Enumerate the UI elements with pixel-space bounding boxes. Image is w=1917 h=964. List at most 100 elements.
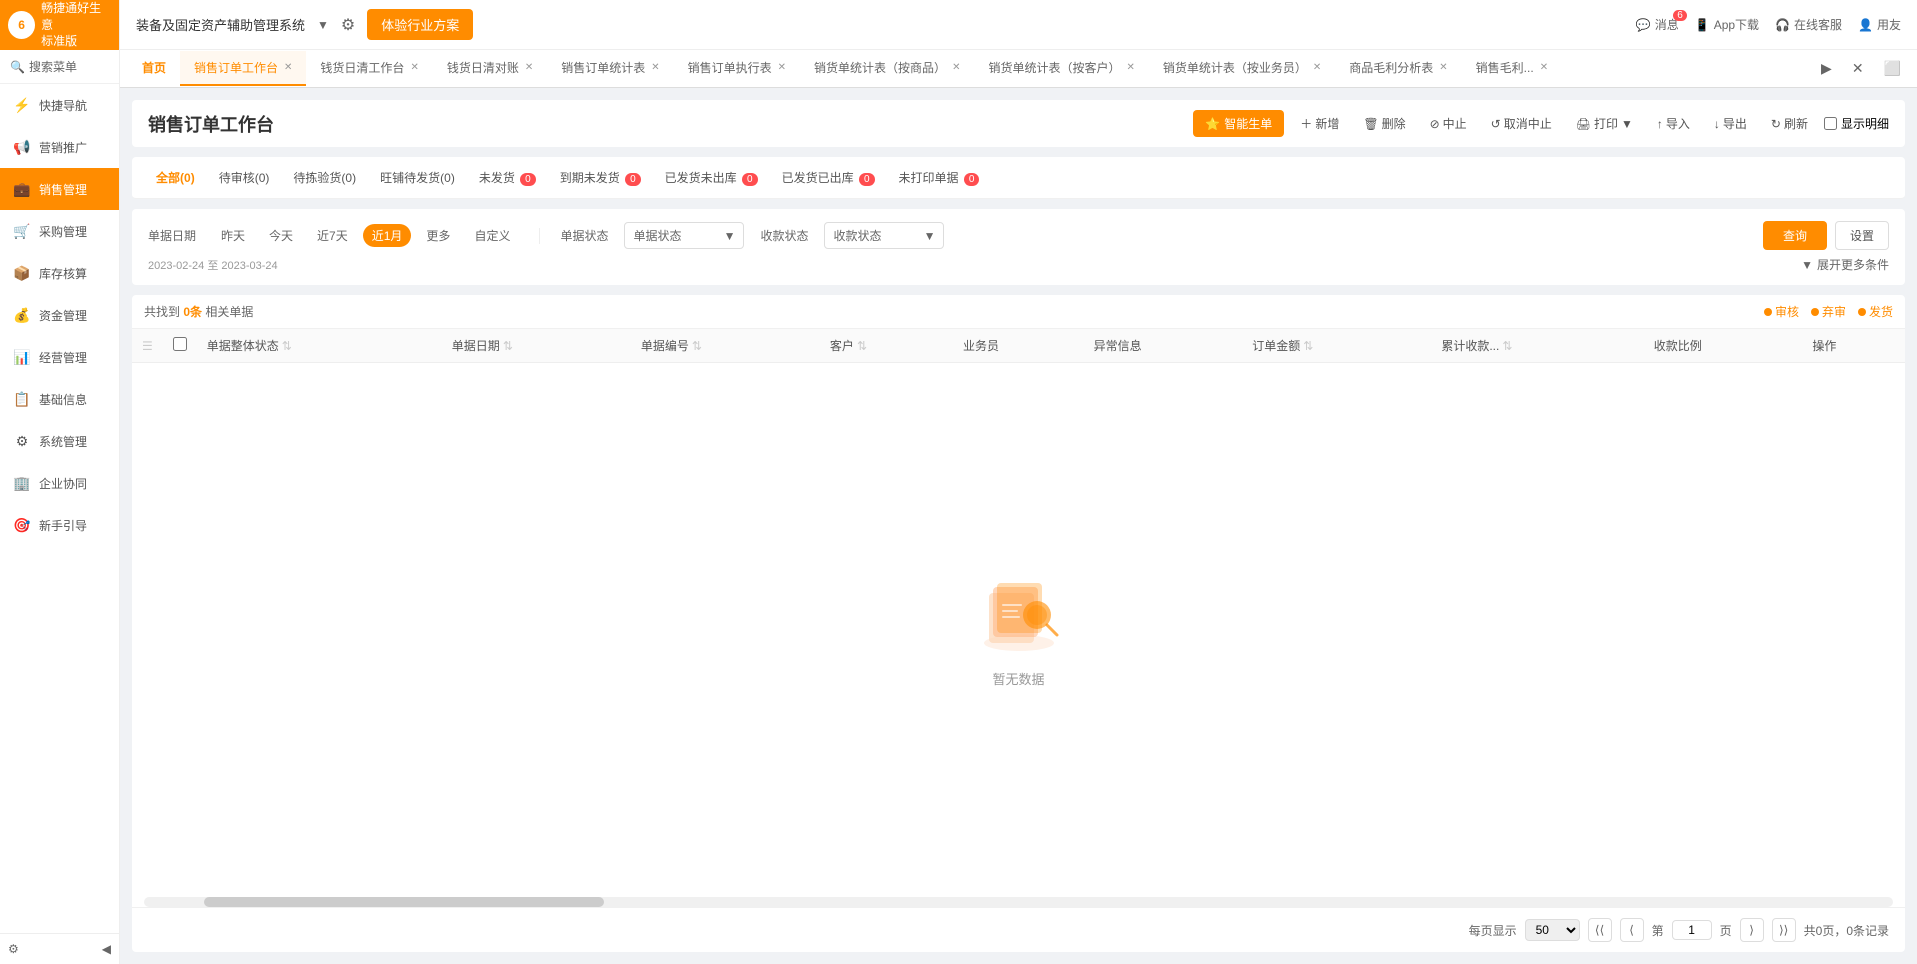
sub-tab-shipped-out[interactable]: 已发货已出库 0	[770, 165, 887, 190]
page-size-select[interactable]: 50 100 200	[1525, 919, 1580, 941]
app-download-action[interactable]: 📱 App下载	[1695, 16, 1759, 33]
tab-sales-gross[interactable]: 销售毛利... ✕	[1462, 51, 1562, 86]
date-btn-custom[interactable]: 自定义	[465, 224, 519, 247]
sidebar-item-marketing[interactable]: 📢 营销推广	[0, 126, 119, 168]
next-page-btn[interactable]: ⟩	[1740, 918, 1764, 942]
filter-area: 单据日期 昨天 今天 近7天 近1月 更多 自定义 单据状态 单据状态 ▼ 收款…	[132, 209, 1905, 285]
sidebar-item-inventory[interactable]: 📦 库存核算	[0, 252, 119, 294]
tab-home[interactable]: 首页	[128, 51, 180, 86]
cancel-stop-icon: ↺	[1491, 117, 1501, 131]
sub-tab-all[interactable]: 全部(0)	[144, 165, 207, 190]
sort-date-icon[interactable]: ⇅	[503, 339, 513, 353]
tab-more-btn[interactable]: ▶	[1813, 56, 1840, 81]
export-btn[interactable]: ↓ 导出	[1706, 111, 1755, 136]
horizontal-scrollbar[interactable]	[144, 897, 1893, 907]
message-action[interactable]: 💬 6 消息	[1636, 16, 1679, 33]
sidebar-collapse-btn[interactable]: ◀	[102, 942, 111, 956]
system-dropdown-icon[interactable]: ▼	[317, 18, 329, 32]
sub-tab-pending-review[interactable]: 待审核(0)	[207, 165, 282, 190]
tab-close-sales-exec[interactable]: ✕	[778, 62, 786, 73]
query-btn[interactable]: 查询	[1763, 221, 1827, 250]
date-btn-today[interactable]: 今天	[260, 224, 302, 247]
tab-close-sales-by-staff[interactable]: ✕	[1313, 62, 1321, 73]
review-action-btn[interactable]: 审核	[1764, 303, 1799, 320]
sidebar-search[interactable]: 🔍 搜索菜单	[0, 50, 119, 84]
date-btn-more[interactable]: 更多	[417, 224, 459, 247]
print-btn[interactable]: 🖨 打印 ▼	[1568, 111, 1641, 136]
import-btn[interactable]: ↑ 导入	[1649, 111, 1698, 136]
tab-close-all-btn[interactable]: ✕	[1844, 56, 1872, 81]
sort-status-icon[interactable]: ⇅	[282, 339, 292, 353]
tab-gross-profit[interactable]: 商品毛利分析表 ✕	[1335, 51, 1461, 86]
scrollbar-thumb[interactable]	[204, 897, 604, 907]
tab-close-sales-workbench[interactable]: ✕	[284, 62, 292, 73]
sub-tab-pending-check[interactable]: 待拣验货(0)	[281, 165, 368, 190]
date-btn-7days[interactable]: 近7天	[308, 224, 357, 247]
stop-icon: ⊘	[1430, 117, 1440, 131]
checkbox-col[interactable]	[163, 329, 197, 363]
trial-button[interactable]: 体验行业方案	[367, 9, 473, 40]
sidebar-item-guide[interactable]: 🎯 新手引导	[0, 504, 119, 546]
tab-close-sales-stats[interactable]: ✕	[651, 62, 659, 73]
status-select[interactable]: 单据状态 ▼	[624, 222, 744, 249]
date-btn-1month[interactable]: 近1月	[363, 224, 412, 247]
payment-select[interactable]: 收款状态 ▼	[824, 222, 944, 249]
date-btn-yesterday[interactable]: 昨天	[212, 224, 254, 247]
first-page-btn[interactable]: ⟨⟨	[1588, 918, 1612, 942]
delete-btn[interactable]: 🗑 删除	[1355, 111, 1413, 136]
sort-customer-icon[interactable]: ⇅	[857, 339, 867, 353]
filter-row: 单据日期 昨天 今天 近7天 近1月 更多 自定义 单据状态 单据状态 ▼ 收款…	[148, 221, 1889, 250]
tab-close-sales-by-customer[interactable]: ✕	[1126, 62, 1134, 73]
tab-daily-clear[interactable]: 钱货日清工作台 ✕	[306, 51, 432, 86]
sidebar-item-system[interactable]: ⚙ 系统管理	[0, 420, 119, 462]
sidebar-item-management[interactable]: 📊 经营管理	[0, 336, 119, 378]
cancel-stop-btn[interactable]: ↺ 取消中止	[1483, 111, 1560, 136]
header-settings-icon[interactable]: ⚙	[341, 15, 355, 35]
tab-daily-reconcile[interactable]: 钱货日清对账 ✕	[433, 51, 547, 86]
table-scroll[interactable]: ☰ 单据整体状态⇅ 单据日期⇅ 单据编号⇅ 客户⇅ 业务员 异常信息 订单金额⇅…	[132, 329, 1905, 897]
show-detail-input[interactable]	[1824, 117, 1837, 130]
show-detail-checkbox[interactable]: 显示明细	[1824, 115, 1889, 132]
sidebar-settings-btn[interactable]: ⚙	[8, 942, 19, 956]
sub-tab-shipped-not-out[interactable]: 已发货未出库 0	[653, 165, 770, 190]
tab-fullscreen-btn[interactable]: ⬜	[1876, 56, 1909, 81]
refresh-btn[interactable]: ↻ 刷新	[1763, 111, 1816, 136]
ship-action-btn[interactable]: 发货	[1858, 303, 1893, 320]
sidebar-item-sales[interactable]: 💼 销售管理	[0, 168, 119, 210]
expand-filter-btn[interactable]: ▼ 展开更多条件	[1801, 256, 1889, 273]
tab-sales-by-product[interactable]: 销货单统计表（按商品） ✕	[800, 51, 974, 86]
tab-close-sales-by-product[interactable]: ✕	[952, 62, 960, 73]
filter-settings-btn[interactable]: 设置	[1835, 221, 1889, 250]
tab-sales-by-staff[interactable]: 销货单统计表（按业务员） ✕	[1149, 51, 1335, 86]
page-number-input[interactable]	[1672, 920, 1712, 940]
tab-sales-exec[interactable]: 销售订单执行表 ✕	[674, 51, 800, 86]
sub-tab-not-printed[interactable]: 未打印单据 0	[887, 165, 992, 190]
add-btn[interactable]: ＋ 新增	[1292, 111, 1347, 136]
tab-sales-workbench[interactable]: 销售订单工作台 ✕	[180, 51, 306, 86]
tab-sales-stats[interactable]: 销售订单统计表 ✕	[547, 51, 673, 86]
tab-close-sales-gross[interactable]: ✕	[1540, 62, 1548, 73]
last-page-btn[interactable]: ⟩⟩	[1772, 918, 1796, 942]
tab-sales-by-customer[interactable]: 销货单统计表（按客户） ✕	[974, 51, 1148, 86]
sidebar-item-basic-info[interactable]: 📋 基础信息	[0, 378, 119, 420]
sub-tab-wangpu[interactable]: 旺铺待发货(0)	[368, 165, 467, 190]
sidebar-item-enterprise[interactable]: 🏢 企业协同	[0, 462, 119, 504]
sub-tab-overdue[interactable]: 到期未发货 0	[548, 165, 653, 190]
sidebar-item-finance[interactable]: 💰 资金管理	[0, 294, 119, 336]
select-all-checkbox[interactable]	[173, 337, 187, 351]
sort-amount-icon[interactable]: ⇅	[1303, 339, 1313, 353]
cancel-review-action-btn[interactable]: 弃审	[1811, 303, 1846, 320]
tab-close-gross-profit[interactable]: ✕	[1439, 62, 1447, 73]
online-service-action[interactable]: 🎧 在线客服	[1775, 16, 1842, 33]
sidebar-item-purchase[interactable]: 🛒 采购管理	[0, 210, 119, 252]
sort-number-icon[interactable]: ⇅	[692, 339, 702, 353]
sidebar-item-quick-nav[interactable]: ⚡ 快捷导航	[0, 84, 119, 126]
prev-page-btn[interactable]: ⟨	[1620, 918, 1644, 942]
user-action[interactable]: 👤 用友	[1858, 16, 1901, 33]
tab-close-daily-clear[interactable]: ✕	[410, 62, 418, 73]
sort-cumulative-icon[interactable]: ⇅	[1502, 339, 1512, 353]
tab-close-daily-reconcile[interactable]: ✕	[525, 62, 533, 73]
smart-generate-btn[interactable]: ⭐ 智能生单	[1193, 110, 1284, 137]
sub-tab-not-shipped[interactable]: 未发货 0	[467, 165, 548, 190]
stop-btn[interactable]: ⊘ 中止	[1422, 111, 1475, 136]
